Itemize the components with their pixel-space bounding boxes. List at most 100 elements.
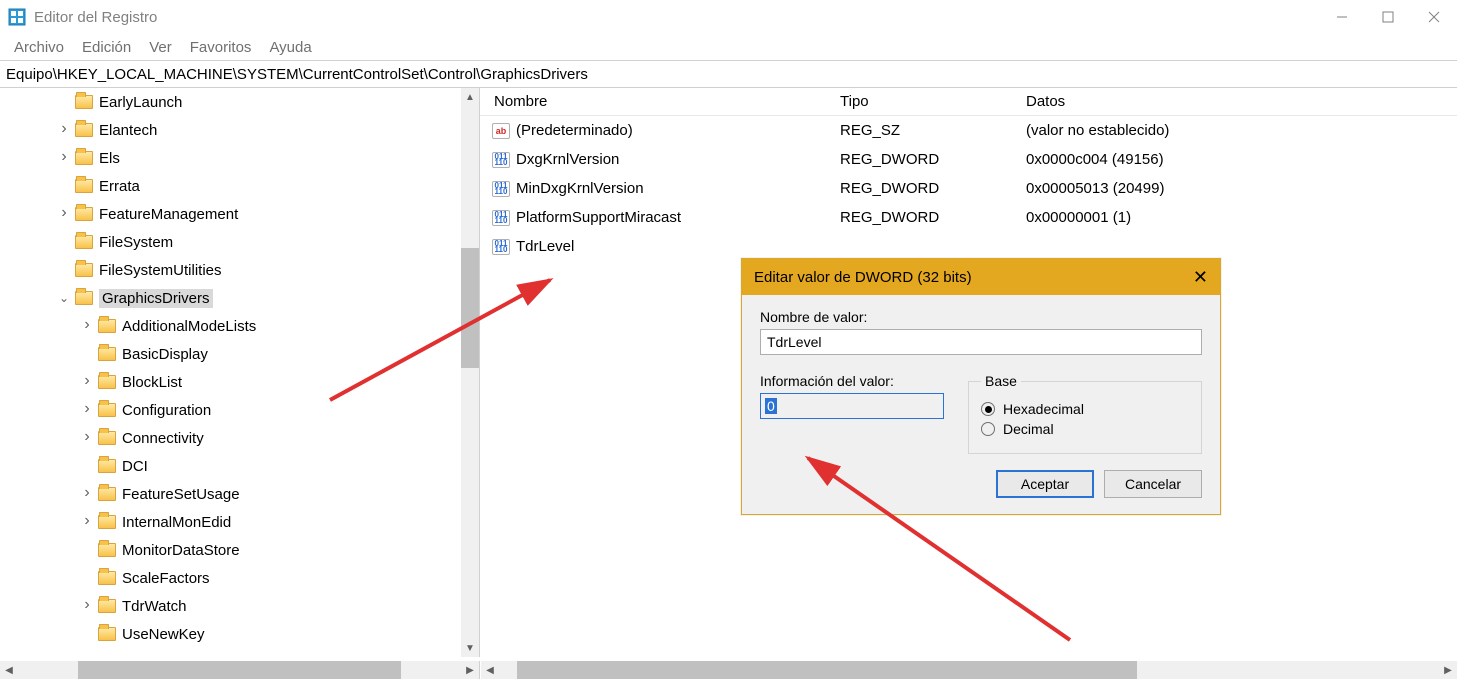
minimize-button[interactable] — [1319, 0, 1365, 34]
list-row[interactable]: 011110PlatformSupportMiracastREG_DWORD0x… — [480, 203, 1457, 232]
tree-item-label: Elantech — [99, 122, 157, 139]
menu-favoritos[interactable]: Favoritos — [182, 37, 260, 58]
tree-item-label: FeatureManagement — [99, 206, 238, 223]
value-name: TdrLevel — [516, 238, 574, 255]
base-legend: Base — [981, 373, 1021, 389]
tree-item[interactable]: BlockList — [0, 368, 461, 396]
radio-hex[interactable]: Hexadecimal — [981, 401, 1189, 417]
tree-item[interactable]: Connectivity — [0, 424, 461, 452]
tree-item[interactable]: MonitorDataStore — [0, 536, 461, 564]
tree-item-label: BlockList — [122, 374, 182, 391]
tree-item[interactable]: TdrWatch — [0, 592, 461, 620]
tree-item[interactable]: UseNewKey — [0, 620, 461, 648]
dword-value-icon: 011110 — [492, 210, 510, 226]
value-type: REG_DWORD — [826, 209, 1012, 226]
ok-button[interactable]: Aceptar — [996, 470, 1094, 498]
list-row[interactable]: 011110DxgKrnlVersionREG_DWORD0x0000c004 … — [480, 145, 1457, 174]
list-row[interactable]: ab(Predeterminado)REG_SZ(valor no establ… — [480, 116, 1457, 145]
folder-icon — [75, 179, 93, 193]
value-name: PlatformSupportMiracast — [516, 209, 681, 226]
expander-icon[interactable] — [80, 401, 94, 419]
tree-item[interactable]: FileSystemUtilities — [0, 256, 461, 284]
list-horizontal-scrollbar[interactable]: ◀ ▶ — [481, 661, 1457, 679]
scroll-down-icon[interactable]: ▼ — [461, 639, 479, 657]
col-datos[interactable]: Datos — [1012, 93, 1457, 110]
radio-dec[interactable]: Decimal — [981, 421, 1189, 437]
folder-icon — [98, 459, 116, 473]
dialog-close-icon[interactable]: ✕ — [1193, 267, 1208, 288]
tree-item[interactable]: Elantech — [0, 116, 461, 144]
folder-icon — [98, 627, 116, 641]
folder-icon — [75, 207, 93, 221]
scroll-up-icon[interactable]: ▲ — [461, 88, 479, 106]
tree-pane: EarlyLaunch Elantech Els Errata FeatureManag… — [0, 88, 480, 657]
regedit-icon — [8, 8, 26, 26]
expander-icon[interactable] — [57, 149, 71, 167]
folder-icon — [98, 403, 116, 417]
expander-icon[interactable] — [80, 373, 94, 391]
tree-item[interactable]: Els — [0, 144, 461, 172]
address-bar[interactable]: Equipo\HKEY_LOCAL_MACHINE\SYSTEM\Current… — [0, 60, 1457, 88]
tree-item[interactable]: InternalMonEdid — [0, 508, 461, 536]
list-row[interactable]: 011110MinDxgKrnlVersionREG_DWORD0x000050… — [480, 174, 1457, 203]
expander-icon[interactable] — [57, 121, 71, 139]
expander-icon[interactable] — [57, 291, 71, 305]
value-data-input[interactable]: 0 — [760, 393, 944, 419]
tree-item[interactable]: DCI — [0, 452, 461, 480]
expander-icon[interactable] — [57, 205, 71, 223]
window-titlebar: Editor del Registro — [0, 0, 1457, 34]
folder-icon — [98, 543, 116, 557]
tree-item[interactable]: AdditionalModeLists — [0, 312, 461, 340]
expander-icon[interactable] — [80, 513, 94, 531]
value-data-label: Información del valor: — [760, 373, 944, 389]
scroll-thumb[interactable] — [461, 248, 479, 368]
folder-icon — [75, 235, 93, 249]
menu-ver[interactable]: Ver — [141, 37, 180, 58]
tree-vertical-scrollbar[interactable]: ▲ ▼ — [461, 88, 479, 657]
col-nombre[interactable]: Nombre — [480, 93, 826, 110]
cancel-button[interactable]: Cancelar — [1104, 470, 1202, 498]
list-header: Nombre Tipo Datos — [480, 88, 1457, 116]
menu-edicion[interactable]: Edición — [74, 37, 139, 58]
tree-item-label: ScaleFactors — [122, 570, 210, 587]
tree-item[interactable]: EarlyLaunch — [0, 88, 461, 116]
menu-archivo[interactable]: Archivo — [6, 37, 72, 58]
col-tipo[interactable]: Tipo — [826, 93, 1012, 110]
scroll-right-icon[interactable]: ▶ — [461, 661, 479, 679]
tree-item[interactable]: FeatureSetUsage — [0, 480, 461, 508]
expander-icon[interactable] — [80, 317, 94, 335]
folder-icon — [75, 291, 93, 305]
tree-item[interactable]: Configuration — [0, 396, 461, 424]
expander-icon[interactable] — [80, 597, 94, 615]
value-name-input[interactable] — [760, 329, 1202, 355]
menu-bar: Archivo Edición Ver Favoritos Ayuda — [0, 34, 1457, 60]
tree-item[interactable]: FeatureManagement — [0, 200, 461, 228]
dialog-titlebar[interactable]: Editar valor de DWORD (32 bits) ✕ — [742, 259, 1220, 295]
tree-item[interactable]: Errata — [0, 172, 461, 200]
maximize-button[interactable] — [1365, 0, 1411, 34]
tree-item[interactable]: ScaleFactors — [0, 564, 461, 592]
folder-icon — [98, 599, 116, 613]
window-title: Editor del Registro — [34, 9, 157, 26]
dword-value-icon: 011110 — [492, 152, 510, 168]
scroll-right-icon[interactable]: ▶ — [1439, 661, 1457, 679]
value-type: REG_DWORD — [826, 151, 1012, 168]
tree-horizontal-scrollbar[interactable]: ◀ ▶ — [0, 661, 480, 679]
list-row[interactable]: 011110TdrLevel — [480, 232, 1457, 261]
menu-ayuda[interactable]: Ayuda — [261, 37, 319, 58]
tree-item[interactable]: FileSystem — [0, 228, 461, 256]
expander-icon[interactable] — [80, 429, 94, 447]
tree-item-label: FileSystemUtilities — [99, 262, 222, 279]
scroll-left-icon[interactable]: ◀ — [0, 661, 18, 679]
expander-icon[interactable] — [80, 485, 94, 503]
radio-off-icon — [981, 422, 995, 436]
scroll-thumb[interactable] — [517, 661, 1137, 679]
tree-item-label: GraphicsDrivers — [99, 289, 213, 308]
tree-item-label: InternalMonEdid — [122, 514, 231, 531]
close-button[interactable] — [1411, 0, 1457, 34]
tree-item[interactable]: BasicDisplay — [0, 340, 461, 368]
tree-item-label: Els — [99, 150, 120, 167]
scroll-thumb[interactable] — [78, 661, 401, 679]
scroll-left-icon[interactable]: ◀ — [481, 661, 499, 679]
tree-item[interactable]: GraphicsDrivers — [0, 284, 461, 312]
